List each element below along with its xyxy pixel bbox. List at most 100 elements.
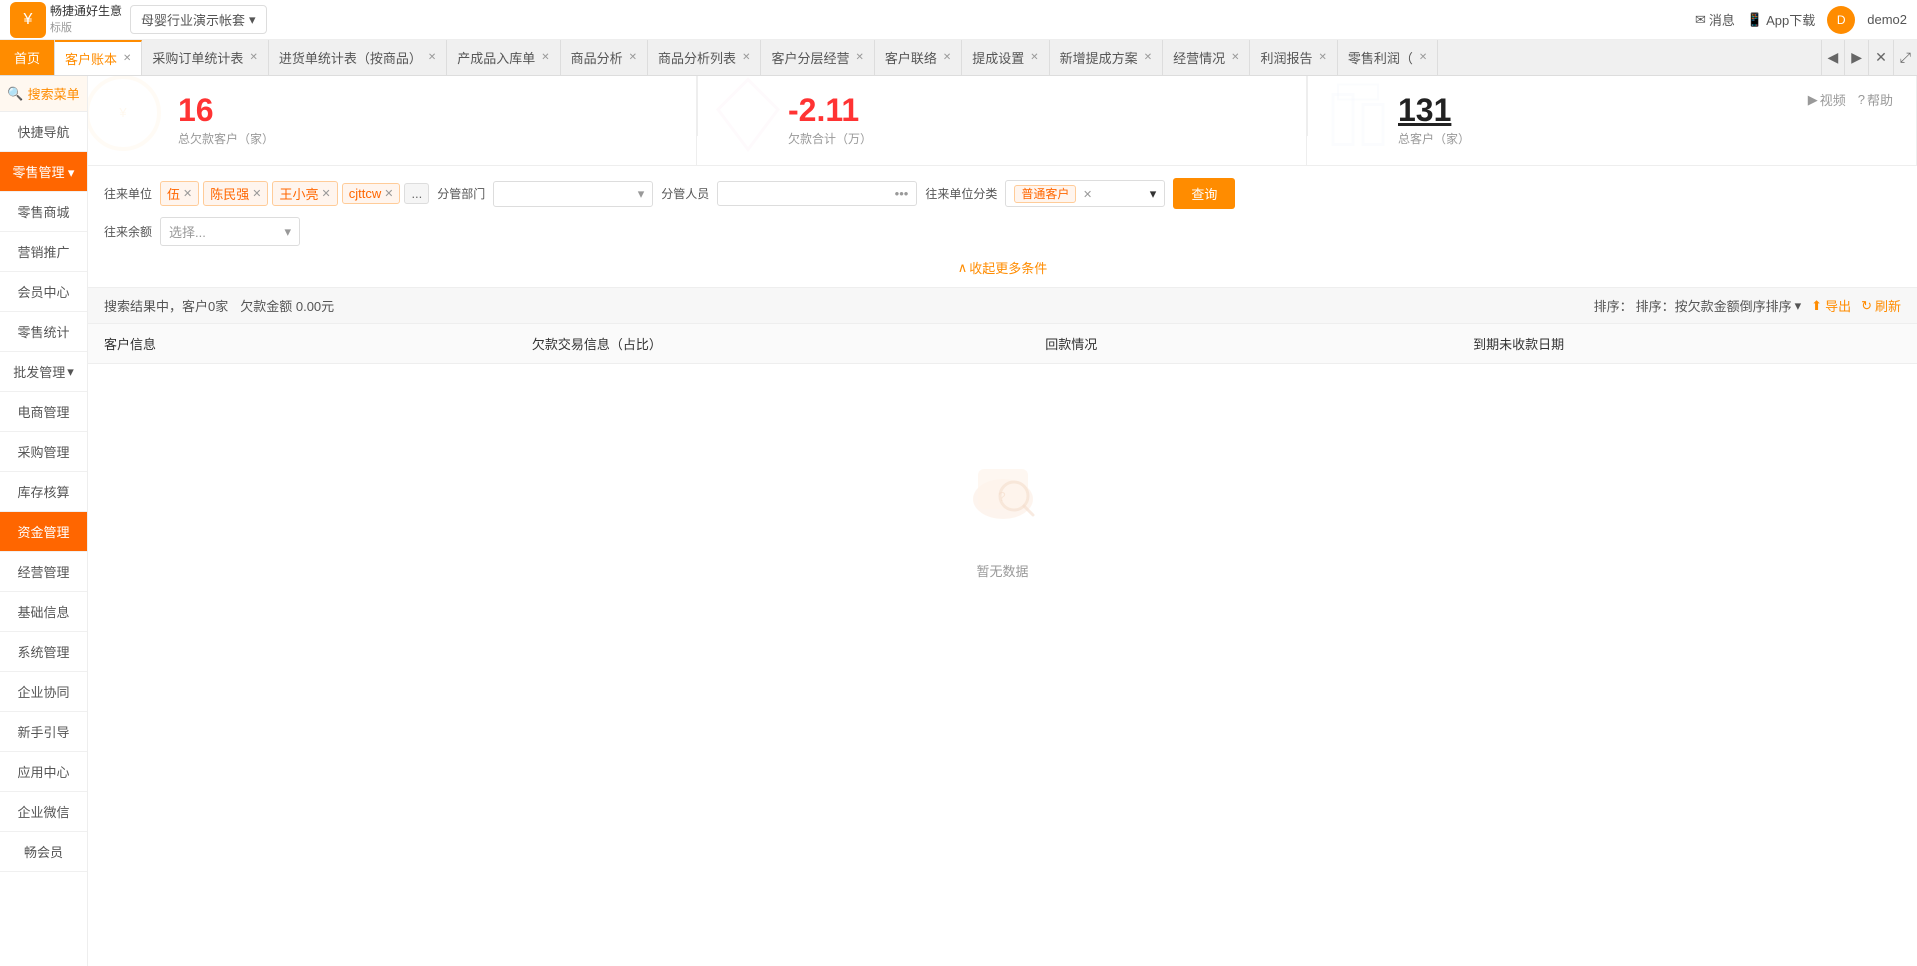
sidebar-item-inventory[interactable]: 库存核算 [0, 472, 87, 512]
chevron-icon: ▾ [68, 165, 75, 180]
filter-tag-wu[interactable]: 伍 ✕ [160, 181, 199, 206]
sidebar-item-purchase-mgmt[interactable]: 采购管理 [0, 432, 87, 472]
logo-area: ¥ 畅捷通好生意 标版 [10, 2, 122, 38]
message-link[interactable]: ✉ 消息 [1695, 10, 1735, 29]
tab-customer-stratify[interactable]: 客户分层经营 ✕ [761, 40, 874, 75]
search-result-text: 搜索结果中，客户0家 [104, 296, 228, 315]
video-link[interactable]: ▶ 视频 [1808, 90, 1846, 109]
remove-tag-chen[interactable]: ✕ [252, 187, 261, 200]
filter-dept-select[interactable]: ▾ [493, 181, 653, 207]
remove-tag-cjttcw[interactable]: ✕ [384, 187, 393, 200]
tab-close-all[interactable]: ✕ [1868, 40, 1893, 76]
results-bar: 搜索结果中，客户0家 欠款金额 0.00元 排序： 排序：按欠款金额倒序排序 ▾… [88, 288, 1917, 324]
col-customer-info: 客户信息 [104, 334, 532, 353]
sidebar-item-basic-info[interactable]: 基础信息 [0, 592, 87, 632]
filter-tag-chen[interactable]: 陈民强 ✕ [203, 181, 268, 206]
sidebar-search[interactable]: 🔍 搜索菜单 [0, 76, 87, 112]
close-icon[interactable]: ✕ [629, 52, 637, 63]
sidebar-item-retail-mall[interactable]: 零售商城 [0, 192, 87, 232]
sidebar-item-finance-mgmt[interactable]: 资金管理 [0, 512, 87, 552]
tab-purchase-order[interactable]: 采购订单统计表 ✕ [142, 40, 268, 75]
tab-operation-status[interactable]: 经营情况 ✕ [1163, 40, 1250, 75]
close-icon[interactable]: ✕ [1319, 52, 1327, 63]
close-icon[interactable]: ✕ [1419, 52, 1427, 63]
logo-sub: 标版 [50, 19, 122, 35]
collapse-button[interactable]: ∧ 收起更多条件 [958, 258, 1048, 277]
sidebar-item-enterprise-wechat[interactable]: 企业微信 [0, 792, 87, 832]
filter-person-select[interactable]: ••• [717, 181, 917, 206]
empty-text: 暂无数据 [976, 561, 1028, 580]
sidebar-item-retail-stats[interactable]: 零售统计 [0, 312, 87, 352]
remove-tag-wang[interactable]: ✕ [322, 187, 331, 200]
filter-tag-more[interactable]: ... [404, 183, 429, 204]
sidebar-item-app-center[interactable]: 应用中心 [0, 752, 87, 792]
close-icon[interactable]: ✕ [123, 53, 131, 64]
app-download-link[interactable]: 📱 App下载 [1747, 10, 1815, 29]
filter-row-2: 往来余额 选择... ▾ [104, 217, 1901, 246]
filter-label-person: 分管人员 [661, 185, 709, 202]
sidebar-item-new-guide[interactable]: 新手引导 [0, 712, 87, 752]
tab-new-achievement[interactable]: 新增提成方案 ✕ [1050, 40, 1163, 75]
filter-category-select[interactable]: 普通客户 ✕ ▾ [1005, 180, 1165, 207]
results-bar-right: 排序： 排序：按欠款金额倒序排序 ▾ ⬆ 导出 ↻ 刷新 [1594, 296, 1901, 315]
tab-home[interactable]: 首页 [0, 40, 55, 75]
sidebar-item-quick-nav[interactable]: 快捷导航 [0, 112, 87, 152]
col-overdue-date: 到期未收款日期 [1473, 334, 1901, 353]
tab-submit-settings[interactable]: 提成设置 ✕ [962, 40, 1049, 75]
close-icon[interactable]: ✕ [249, 52, 257, 63]
tab-product-analysis-list[interactable]: 商品分析列表 ✕ [648, 40, 761, 75]
filter-tag-wang[interactable]: 王小亮 ✕ [272, 181, 337, 206]
top-bar-left: ¥ 畅捷通好生意 标版 母婴行业演示帐套 ▾ [10, 2, 267, 38]
svg-text:?: ? [998, 489, 1005, 504]
sidebar-item-enterprise-coop[interactable]: 企业协同 [0, 672, 87, 712]
remove-category[interactable]: ✕ [1083, 189, 1092, 201]
sidebar-item-marketing[interactable]: 营销推广 [0, 232, 87, 272]
sidebar-item-member-center[interactable]: 会员中心 [0, 272, 87, 312]
close-icon[interactable]: ✕ [742, 52, 750, 63]
top-bar-right: ✉ 消息 📱 App下载 D demo2 [1695, 6, 1907, 34]
remove-tag-wu[interactable]: ✕ [183, 187, 192, 200]
refresh-button[interactable]: ↻ 刷新 [1861, 296, 1901, 315]
stat-icon-diamond [708, 76, 788, 165]
sidebar-item-ecommerce[interactable]: 电商管理 [0, 392, 87, 432]
close-icon[interactable]: ✕ [1144, 52, 1152, 63]
tab-scroll-right[interactable]: ▶ [1844, 40, 1868, 76]
tab-accounts[interactable]: 客户账本 ✕ [55, 40, 142, 75]
stat-total-customers: ¥ 16 总欠款客户（家） [88, 76, 697, 165]
sidebar-item-ops-mgmt[interactable]: 经营管理 [0, 552, 87, 592]
sidebar-item-retail-mgmt[interactable]: 零售管理 ▾ [0, 152, 87, 192]
close-icon[interactable]: ✕ [855, 52, 863, 63]
sidebar-item-member-vip[interactable]: 畅会员 [0, 832, 87, 872]
main-layout: 🔍 搜索菜单 快捷导航 零售管理 ▾ 零售商城 营销推广 会员中心 零售统计 批… [0, 76, 1917, 966]
query-button[interactable]: 查询 [1173, 178, 1235, 209]
stat-label-clients: 总客户（家） [1398, 130, 1470, 147]
sidebar-item-batch-mgmt[interactable]: 批发管理 ▾ [0, 352, 87, 392]
tab-stock-stats[interactable]: 进货单统计表（按商品） ✕ [269, 40, 447, 75]
filter-label-balance: 往来余额 [104, 223, 152, 240]
demo-selector[interactable]: 母婴行业演示帐套 ▾ [130, 5, 267, 34]
refresh-icon: ↻ [1861, 298, 1872, 314]
sort-select[interactable]: 排序： 排序：按欠款金额倒序排序 ▾ [1594, 296, 1802, 315]
stat-value-debt: -2.11 [788, 94, 872, 126]
tab-customer-contact[interactable]: 客户联络 ✕ [875, 40, 962, 75]
close-icon[interactable]: ✕ [943, 52, 951, 63]
export-button[interactable]: ⬆ 导出 [1811, 296, 1851, 315]
content-area: ¥ 16 总欠款客户（家） -2.11 欠款合计（万） [88, 76, 1917, 966]
close-icon[interactable]: ✕ [541, 52, 549, 63]
help-link[interactable]: ? 帮助 [1858, 90, 1893, 109]
tab-product-entry[interactable]: 产成品入库单 ✕ [447, 40, 560, 75]
filter-tag-cjttcw[interactable]: cjttcw ✕ [342, 183, 401, 204]
user-avatar[interactable]: D [1827, 6, 1855, 34]
close-icon[interactable]: ✕ [1030, 52, 1038, 63]
tab-scroll-left[interactable]: ◀ [1821, 40, 1845, 76]
tab-maximize[interactable]: ⤢ [1893, 40, 1917, 76]
tab-profit-report[interactable]: 利润报告 ✕ [1250, 40, 1337, 75]
tab-retail-profit[interactable]: 零售利润（ ✕ [1338, 40, 1438, 75]
username[interactable]: demo2 [1867, 12, 1907, 27]
tab-product-analysis[interactable]: 商品分析 ✕ [561, 40, 648, 75]
sidebar-item-sys-mgmt[interactable]: 系统管理 [0, 632, 87, 672]
close-icon[interactable]: ✕ [428, 52, 436, 63]
help-icon: ? [1858, 92, 1865, 107]
close-icon[interactable]: ✕ [1231, 52, 1239, 63]
filter-balance-select[interactable]: 选择... ▾ [160, 217, 300, 246]
